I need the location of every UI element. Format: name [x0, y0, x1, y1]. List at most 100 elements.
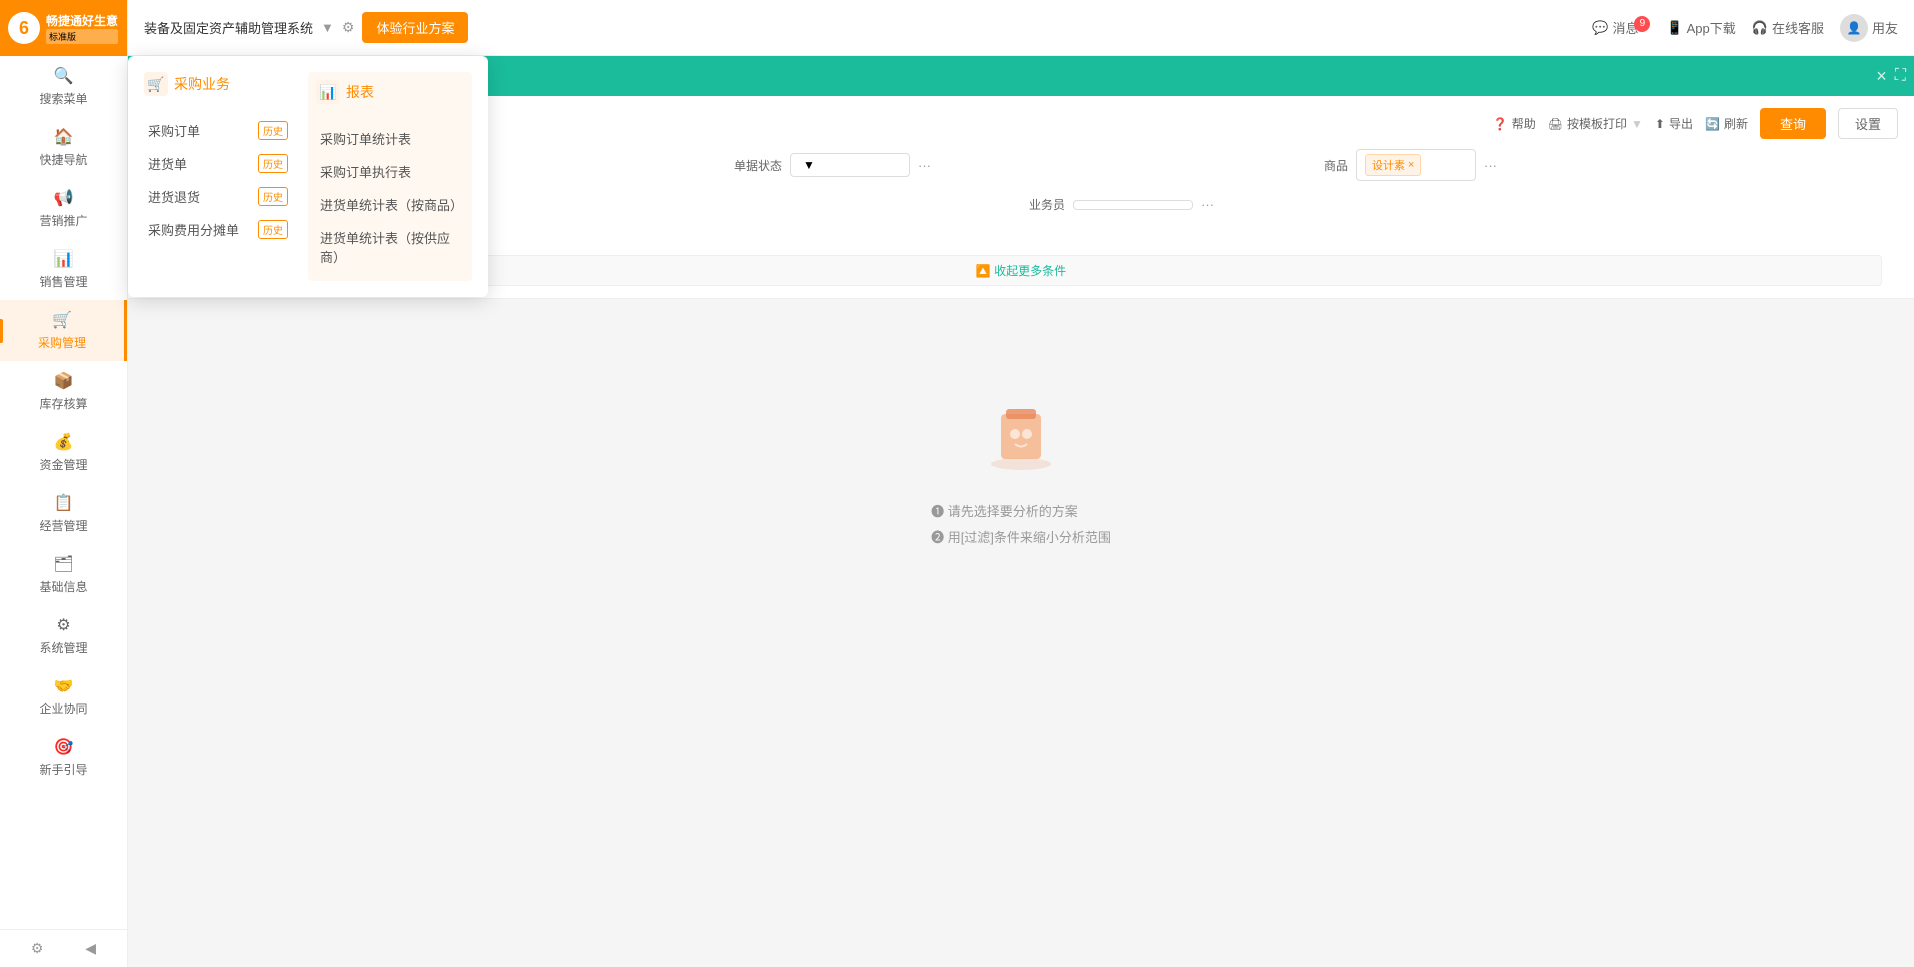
- purchase-return-label: 进货退货: [148, 187, 200, 206]
- guide-icon: 🎯: [54, 737, 74, 757]
- sidebar-item-guide[interactable]: 🎯 新手引导: [0, 727, 127, 788]
- industry-btn[interactable]: 体验行业方案: [362, 12, 468, 43]
- query-button[interactable]: 查询: [1760, 108, 1826, 139]
- report-order-exec-label: 采购订单执行表: [320, 162, 411, 181]
- salesperson-group: 业务员 ···: [1029, 196, 1898, 213]
- print-btn[interactable]: 🖨 按模板打印 ▼: [1548, 115, 1643, 132]
- purchase-order-label: 采购订单: [148, 121, 200, 140]
- sidebar-item-label-enterprise: 企业协同: [39, 700, 87, 717]
- sidebar-item-inventory[interactable]: 📦 库存核算: [0, 361, 127, 422]
- basic-info-icon: 🗂: [53, 554, 73, 574]
- help-label: 帮助: [1512, 115, 1536, 132]
- capital-icon: 💰: [54, 432, 74, 452]
- enterprise-icon: 🤝: [54, 676, 74, 696]
- top-header: 装备及固定资产辅助管理系统 ▼ ⚙ 体验行业方案 💬 消息 9 📱 App下载 …: [128, 0, 1914, 56]
- sidebar-item-operations[interactable]: 📋 经营管理: [0, 483, 127, 544]
- goods-dots[interactable]: ···: [1484, 158, 1497, 173]
- purchase-order-history-badge: 历史: [258, 121, 288, 140]
- logo-icon: 6: [8, 12, 40, 44]
- report-section-header: 📊 报表: [316, 80, 464, 110]
- sidebar-item-purchase[interactable]: 🛒 采购管理: [0, 300, 127, 361]
- sidebar-item-quick-nav[interactable]: 🏠 快捷导航: [0, 117, 127, 178]
- operations-icon: 📋: [54, 493, 74, 513]
- refresh-label: 刷新: [1724, 115, 1748, 132]
- sidebar-item-sales[interactable]: 📊 销售管理: [0, 239, 127, 300]
- purchase-stock-history-badge: 历史: [258, 154, 288, 173]
- notification-icon: 💬: [1592, 20, 1608, 36]
- system-dropdown-icon[interactable]: ▼: [321, 20, 334, 35]
- report-order-stat-item[interactable]: 采购订单统计表: [316, 122, 464, 155]
- settings-gear-icon[interactable]: ⚙: [342, 19, 355, 36]
- purchase-stock-item[interactable]: 进货单 历史: [144, 147, 292, 180]
- main-area: 装备及固定资产辅助管理系统 ▼ ⚙ 体验行业方案 💬 消息 9 📱 App下载 …: [128, 0, 1914, 967]
- sidebar-item-label-sales: 销售管理: [39, 273, 87, 290]
- report-section-title: 报表: [346, 82, 374, 102]
- sidebar-item-system[interactable]: ⚙ 系统管理: [0, 605, 127, 666]
- doc-status-dots[interactable]: ···: [918, 158, 931, 173]
- salesperson-label: 业务员: [1029, 196, 1065, 213]
- purchase-fee-history-badge: 历史: [258, 220, 288, 239]
- report-order-exec-item[interactable]: 采购订单执行表: [316, 155, 464, 188]
- sidebar-item-search[interactable]: 🔍 搜索菜单: [0, 56, 127, 117]
- print-label: 按模板打印: [1567, 115, 1627, 132]
- report-section-icon: 📊: [316, 80, 340, 104]
- sidebar-item-label-guide: 新手引导: [39, 761, 87, 778]
- fullscreen-icon[interactable]: ⛶: [1895, 67, 1906, 85]
- purchase-section-icon: 🛒: [144, 72, 168, 96]
- sidebar-item-capital[interactable]: 💰 资金管理: [0, 422, 127, 483]
- export-btn[interactable]: ⬆ 导出: [1655, 115, 1693, 132]
- print-icon: 🖨: [1548, 117, 1563, 131]
- marketing-icon: 📢: [54, 188, 74, 208]
- purchase-fee-label: 采购费用分摊单: [148, 220, 239, 239]
- sidebar-item-label-capital: 资金管理: [39, 456, 87, 473]
- empty-hint-1: 请先选择要分析的方案: [931, 499, 1111, 525]
- settings-button[interactable]: 设置: [1838, 108, 1898, 139]
- goods-tag-close[interactable]: ×: [1408, 159, 1414, 171]
- purchase-return-history-badge: 历史: [258, 187, 288, 206]
- sidebar-footer: ⚙ ◀: [0, 929, 127, 967]
- salesperson-dots[interactable]: ···: [1201, 197, 1214, 212]
- sidebar-menu: 🔍 搜索菜单 🏠 快捷导航 📢 营销推广 📊 销售管理 🛒 采购管理 📦 库存核…: [0, 56, 127, 929]
- close-window-icon[interactable]: ×: [1876, 66, 1887, 87]
- logo-area: 6 畅捷通好生意 标准版: [0, 0, 127, 56]
- doc-status-select[interactable]: ▼: [790, 153, 910, 177]
- print-dropdown-icon: ▼: [1631, 117, 1643, 131]
- refresh-btn[interactable]: 🔄 刷新: [1705, 115, 1748, 132]
- notification-item[interactable]: 💬 消息 9: [1592, 18, 1650, 37]
- sidebar-item-marketing[interactable]: 📢 营销推广: [0, 178, 127, 239]
- sidebar-item-basic-info[interactable]: 🗂 基础信息: [0, 544, 127, 605]
- purchase-fee-item[interactable]: 采购费用分摊单 历史: [144, 213, 292, 246]
- sidebar-item-enterprise[interactable]: 🤝 企业协同: [0, 666, 127, 727]
- purchase-section-title: 采购业务: [174, 74, 230, 94]
- header-right: 💬 消息 9 📱 App下载 🎧 在线客服 👤 用友: [1592, 14, 1898, 42]
- settings-icon[interactable]: ⚙: [31, 940, 44, 957]
- doc-status-label: 单据状态: [734, 157, 782, 174]
- salesperson-select[interactable]: [1073, 200, 1193, 210]
- report-stock-goods-item[interactable]: 进货单统计表（按商品）: [316, 188, 464, 221]
- empty-hint-2: 用[过滤]条件来缩小分析范围: [931, 525, 1111, 551]
- online-service-item[interactable]: 🎧 在线客服: [1752, 18, 1824, 37]
- sidebar-item-label-purchase: 采购管理: [38, 334, 86, 351]
- online-service-label: 在线客服: [1772, 18, 1824, 37]
- logo-text: 畅捷通好生意 标准版: [46, 12, 118, 44]
- sidebar: 6 畅捷通好生意 标准版 🔍 搜索菜单 🏠 快捷导航 📢 营销推广 📊 销售管理: [0, 0, 128, 967]
- export-label: 导出: [1669, 115, 1693, 132]
- purchase-return-item[interactable]: 进货退货 历史: [144, 180, 292, 213]
- app-download-item[interactable]: 📱 App下载: [1666, 18, 1735, 37]
- collapse-sidebar-icon[interactable]: ◀: [85, 940, 96, 957]
- purchase-dropdown-menu: 🛒 采购业务 采购订单 历史 进货单 历史 进货退货 历史 采购费用分摊单: [128, 56, 488, 297]
- goods-select[interactable]: 设计素 ×: [1356, 149, 1476, 181]
- help-btn[interactable]: ❓ 帮助: [1493, 115, 1536, 132]
- purchase-order-item[interactable]: 采购订单 历史: [144, 114, 292, 147]
- avatar: 👤: [1840, 14, 1868, 42]
- user-item[interactable]: 👤 用友: [1840, 14, 1898, 42]
- sidebar-item-label-basic-info: 基础信息: [39, 578, 87, 595]
- purchase-section-header: 🛒 采购业务: [144, 72, 292, 102]
- report-stock-goods-label: 进货单统计表（按商品）: [320, 195, 460, 214]
- purchase-icon: 🛒: [52, 310, 72, 330]
- notification-badge: 9: [1634, 16, 1650, 32]
- refresh-icon: 🔄: [1705, 117, 1720, 131]
- goods-group: 商品 设计素 × ···: [1324, 149, 1898, 181]
- headset-icon: 🎧: [1752, 20, 1768, 36]
- report-stock-supplier-item[interactable]: 进货单统计表（按供应商）: [316, 221, 464, 273]
